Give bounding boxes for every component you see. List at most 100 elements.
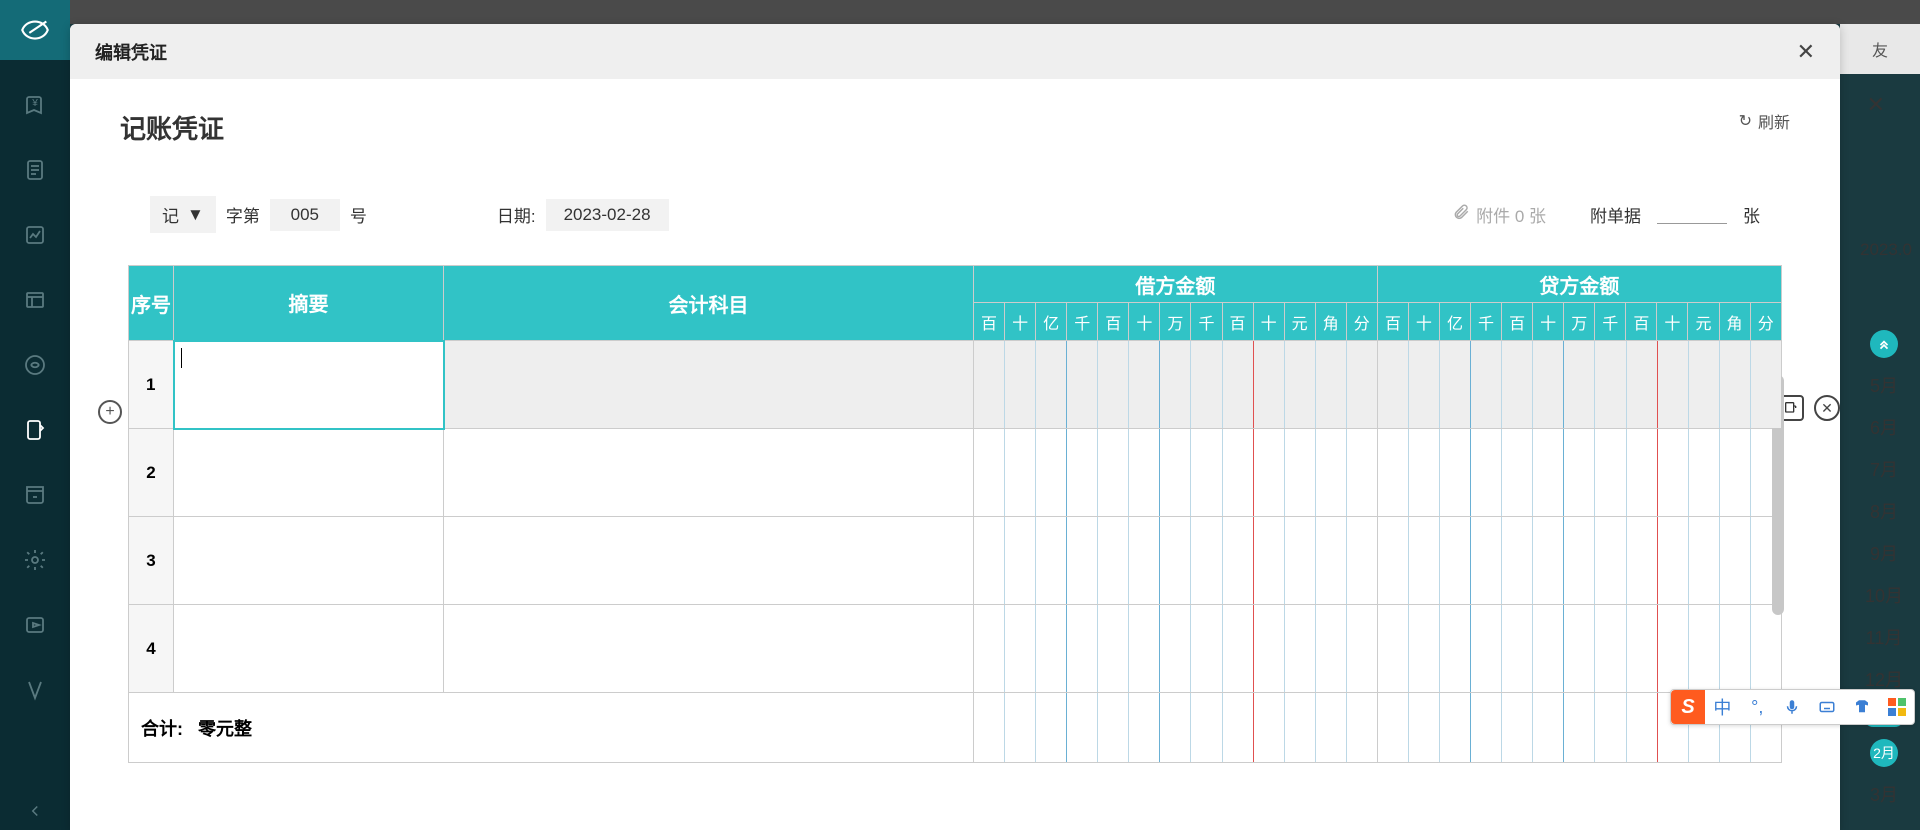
month-sidebar: 5月 6月 7月 8月 9月 10月 11月 12月 023 2月 3月 <box>1848 330 1920 809</box>
credit-cell[interactable] <box>1377 429 1781 517</box>
hao-label: 号 <box>350 202 367 227</box>
voucher-table-area: + ✕ 序号 摘要 会计科目 借方金额 贷方金额 <box>120 265 1790 763</box>
subject-cell[interactable] <box>444 517 974 605</box>
month-item[interactable]: 6月 <box>1870 412 1898 442</box>
nav-icon-3[interactable] <box>15 215 55 255</box>
debit-cell[interactable] <box>974 517 1378 605</box>
ime-punct-icon[interactable]: °, <box>1740 697 1775 718</box>
digit-header: 百 <box>1098 303 1129 341</box>
digit-header: 千 <box>1191 303 1222 341</box>
digit-header: 角 <box>1719 303 1750 341</box>
digit-header: 十 <box>1533 303 1564 341</box>
subject-cell[interactable] <box>444 341 974 429</box>
month-item[interactable]: 11月 <box>1866 622 1903 652</box>
nav-icon-9[interactable] <box>15 605 55 645</box>
nav-icon-4[interactable] <box>15 280 55 320</box>
digit-header: 亿 <box>1036 303 1067 341</box>
month-item[interactable]: 3月 <box>1870 779 1898 809</box>
digit-header: 十 <box>1253 303 1284 341</box>
digit-header: 十 <box>1005 303 1036 341</box>
ime-mic-icon[interactable] <box>1775 698 1810 716</box>
refresh-icon: ↻ <box>1739 111 1752 131</box>
month-active[interactable]: 2月 <box>1870 739 1898 767</box>
sidebar-collapse[interactable] <box>0 802 70 820</box>
row-seq: 4 <box>129 605 174 693</box>
nav-icon-7[interactable] <box>15 475 55 515</box>
summary-cell[interactable] <box>174 605 444 693</box>
modal-close-button[interactable]: ✕ <box>1797 39 1815 65</box>
month-item[interactable]: 9月 <box>1870 538 1898 568</box>
date-label: 日期: <box>497 202 536 227</box>
digit-header: 十 <box>1129 303 1160 341</box>
digit-header: 万 <box>1160 303 1191 341</box>
credit-cell[interactable] <box>1377 341 1781 429</box>
date-input[interactable]: 2023-02-28 <box>546 199 669 231</box>
refresh-label: 刷新 <box>1758 109 1790 133</box>
summary-cell[interactable] <box>174 429 444 517</box>
digit-header: 千 <box>1067 303 1098 341</box>
background-topbar <box>70 0 1920 24</box>
debit-cell[interactable] <box>974 605 1378 693</box>
summary-cell[interactable] <box>174 517 444 605</box>
col-debit: 借方金额 <box>974 266 1378 303</box>
chevron-down-icon: ▼ <box>187 205 204 225</box>
paperclip-icon <box>1452 203 1470 226</box>
col-seq: 序号 <box>129 266 174 341</box>
credit-cell[interactable] <box>1377 517 1781 605</box>
month-scroll-up[interactable] <box>1870 330 1898 358</box>
ime-grid-icon[interactable] <box>1879 698 1914 716</box>
credit-cell[interactable] <box>1377 605 1781 693</box>
digit-header: 亿 <box>1439 303 1470 341</box>
ime-keyboard-icon[interactable] <box>1809 698 1844 716</box>
month-item[interactable]: 5月 <box>1870 370 1898 400</box>
month-item[interactable]: 7月 <box>1870 454 1898 484</box>
digit-header: 百 <box>1502 303 1533 341</box>
nav-icon-8[interactable] <box>15 540 55 580</box>
subject-cell[interactable] <box>444 605 974 693</box>
month-item[interactable]: 8月 <box>1870 496 1898 526</box>
left-sidebar: ¥ <box>0 0 70 830</box>
voucher-type-select[interactable]: 记 ▼ <box>150 196 216 233</box>
slip-count-input[interactable] <box>1657 205 1727 224</box>
attachment-label: 附件 0 张 <box>1476 202 1546 227</box>
nav-icon-2[interactable] <box>15 150 55 190</box>
ime-skin-icon[interactable] <box>1844 698 1879 716</box>
digit-header: 分 <box>1346 303 1377 341</box>
row-insert-button[interactable]: + <box>98 400 122 424</box>
row-seq: 3 <box>129 517 174 605</box>
digit-header: 百 <box>974 303 1005 341</box>
debit-cell[interactable] <box>974 341 1378 429</box>
nav-icon-10[interactable] <box>15 670 55 710</box>
voucher-number-input[interactable]: 005 <box>270 199 340 231</box>
svg-text:¥: ¥ <box>31 98 38 109</box>
col-subject: 会计科目 <box>444 266 974 341</box>
ime-lang[interactable]: 中 <box>1705 694 1740 720</box>
nav-icon-1[interactable]: ¥ <box>15 85 55 125</box>
edit-voucher-modal: 编辑凭证 ✕ 记账凭证 ↻ 刷新 记 ▼ 字第 005 号 日期: <box>70 24 1840 830</box>
attachment-link[interactable]: 附件 0 张 <box>1452 202 1546 227</box>
digit-header: 角 <box>1315 303 1346 341</box>
background-close-icon[interactable]: ✕ <box>1867 92 1885 118</box>
total-text: 零元整 <box>198 719 252 739</box>
digit-header: 十 <box>1657 303 1688 341</box>
digit-header: 千 <box>1595 303 1626 341</box>
digit-header: 元 <box>1284 303 1315 341</box>
nav-icon-6-active[interactable] <box>15 410 55 450</box>
digit-header: 百 <box>1222 303 1253 341</box>
ime-logo-icon: S <box>1671 690 1705 724</box>
ime-toolbar[interactable]: S 中 °, <box>1670 689 1915 725</box>
subject-cell[interactable] <box>444 429 974 517</box>
content-panel: 记账凭证 ↻ 刷新 记 ▼ 字第 005 号 日期: 2023-02-28 <box>100 94 1810 763</box>
modal-title: 编辑凭证 <box>95 39 167 65</box>
background-tab: 友 <box>1840 24 1920 74</box>
modal-body: 记账凭证 ↻ 刷新 记 ▼ 字第 005 号 日期: 2023-02-28 <box>70 79 1840 830</box>
refresh-button[interactable]: ↻ 刷新 <box>1739 109 1790 133</box>
summary-cell[interactable] <box>174 341 444 429</box>
row-delete-button[interactable]: ✕ <box>1814 395 1840 421</box>
month-item[interactable]: 10月 <box>1865 580 1903 610</box>
digit-header: 千 <box>1471 303 1502 341</box>
digit-header: 分 <box>1750 303 1781 341</box>
nav-icon-5[interactable] <box>15 345 55 385</box>
digit-header: 万 <box>1564 303 1595 341</box>
debit-cell[interactable] <box>974 429 1378 517</box>
